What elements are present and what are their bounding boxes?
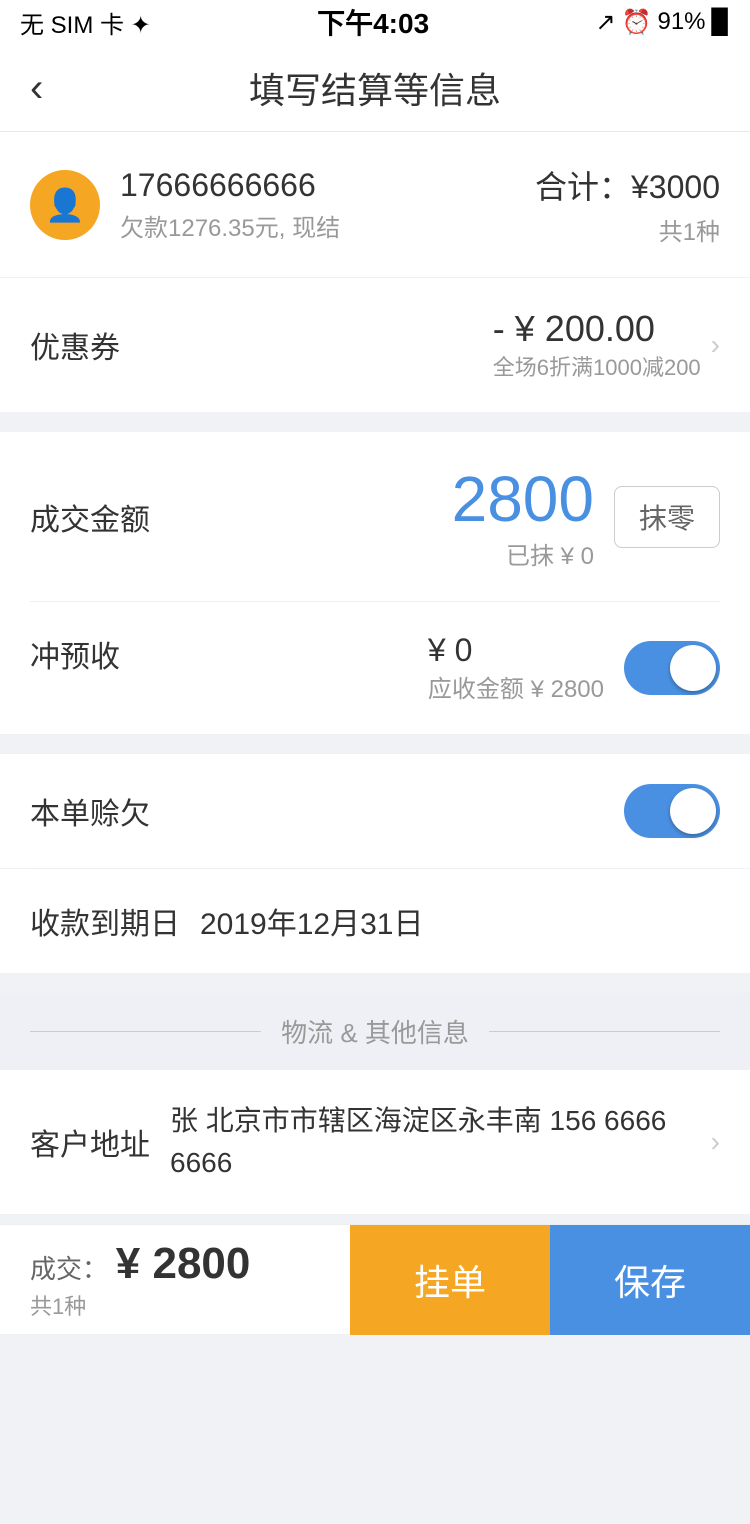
- battery-icon: ▉: [712, 8, 730, 37]
- page-title: 填写结算等信息: [249, 62, 501, 114]
- address-chevron-icon: ›: [711, 1126, 720, 1158]
- coupon-amount: - ¥ 200.00: [493, 308, 701, 350]
- bottom-spacer: [0, 1414, 750, 1524]
- coupon-label: 优惠券: [30, 323, 120, 367]
- debit-row: 本单赊欠: [0, 754, 750, 868]
- due-date-row: 收款到期日 2019年12月31日: [0, 869, 750, 973]
- bottom-summary-label: 成交：: [30, 1254, 108, 1284]
- logistics-line-right: [489, 1031, 720, 1032]
- section-gap-2: [0, 734, 750, 754]
- avatar-icon: 👤: [45, 186, 85, 224]
- coupon-desc: 全场6折满1000减200: [493, 350, 701, 382]
- due-date-value: 2019年12月31日: [200, 899, 423, 943]
- deal-amount-label: 成交金额: [30, 495, 150, 539]
- save-button[interactable]: 保存: [550, 1225, 750, 1335]
- status-left: 无 SIM 卡 ✦: [20, 5, 151, 40]
- charge-label: 冲预收: [30, 632, 120, 676]
- bottom-bar: 成交： ¥ 2800 共1种 挂单 保存: [0, 1224, 750, 1334]
- bottom-summary-amount: ¥ 2800: [116, 1239, 251, 1288]
- deal-amount-value: 2800: [452, 462, 594, 536]
- status-right: ↗ ⏰ 91% ▉: [595, 8, 730, 37]
- status-time: 下午4:03: [317, 2, 429, 42]
- charge-row: 冲预收 ¥ 0 应收金额 ¥ 2800: [0, 602, 750, 734]
- bottom-summary-count: 共1种: [30, 1289, 320, 1321]
- coupon-chevron-icon: ›: [711, 329, 720, 361]
- address-label: 客户地址: [30, 1120, 150, 1164]
- deal-amount-sub: 已抹 ¥ 0: [452, 536, 594, 571]
- customer-card: 👤 17666666666 欠款1276.35元, 现结 合计：¥3000 共1…: [0, 132, 750, 277]
- customer-phone: 17666666666: [120, 167, 340, 204]
- total-amount: 合计：¥3000: [535, 162, 720, 208]
- alarm-icon: ⏰: [622, 8, 652, 37]
- charge-sub: 应收金额 ¥ 2800: [428, 669, 604, 704]
- deal-amount-row: 成交金额 2800 已抹 ¥ 0 抹零: [0, 432, 750, 601]
- logistics-text: 物流 & 其他信息: [281, 1013, 469, 1050]
- hang-button[interactable]: 挂单: [350, 1225, 550, 1335]
- section-gap-3: [0, 973, 750, 993]
- address-value: 张 北京市市辖区海淀区永丰南 156 6666 6666: [150, 1100, 711, 1184]
- nav-bar: ‹ 填写结算等信息: [0, 44, 750, 132]
- total-count: 共1种: [535, 212, 720, 247]
- logistics-header: 物流 & 其他信息: [0, 993, 750, 1070]
- avatar: 👤: [30, 170, 100, 240]
- due-date-label: 收款到期日: [30, 899, 180, 943]
- round-button[interactable]: 抹零: [614, 486, 720, 548]
- customer-sub-text: 欠款1276.35元, 现结: [120, 208, 340, 243]
- logistics-line-left: [30, 1031, 261, 1032]
- debit-toggle[interactable]: [624, 784, 720, 838]
- address-row[interactable]: 客户地址 张 北京市市辖区海淀区永丰南 156 6666 6666 ›: [0, 1070, 750, 1214]
- debit-label: 本单赊欠: [30, 789, 150, 833]
- deal-amount-section: 成交金额 2800 已抹 ¥ 0 抹零 冲预收 ¥ 0 应收金额 ¥ 2800: [0, 432, 750, 734]
- charge-toggle[interactable]: [624, 641, 720, 695]
- bottom-summary: 成交： ¥ 2800 共1种: [0, 1239, 350, 1321]
- battery-text: 91%: [657, 8, 705, 36]
- back-button[interactable]: ‹: [30, 68, 43, 108]
- location-icon: ↗: [595, 8, 615, 37]
- charge-amount: ¥ 0: [428, 632, 604, 669]
- sim-text: 无 SIM 卡 ✦: [20, 5, 151, 40]
- section-gap-1: [0, 412, 750, 432]
- status-bar: 无 SIM 卡 ✦ 下午4:03 ↗ ⏰ 91% ▉: [0, 0, 750, 44]
- coupon-row[interactable]: 优惠券 - ¥ 200.00 全场6折满1000减200 ›: [0, 278, 750, 412]
